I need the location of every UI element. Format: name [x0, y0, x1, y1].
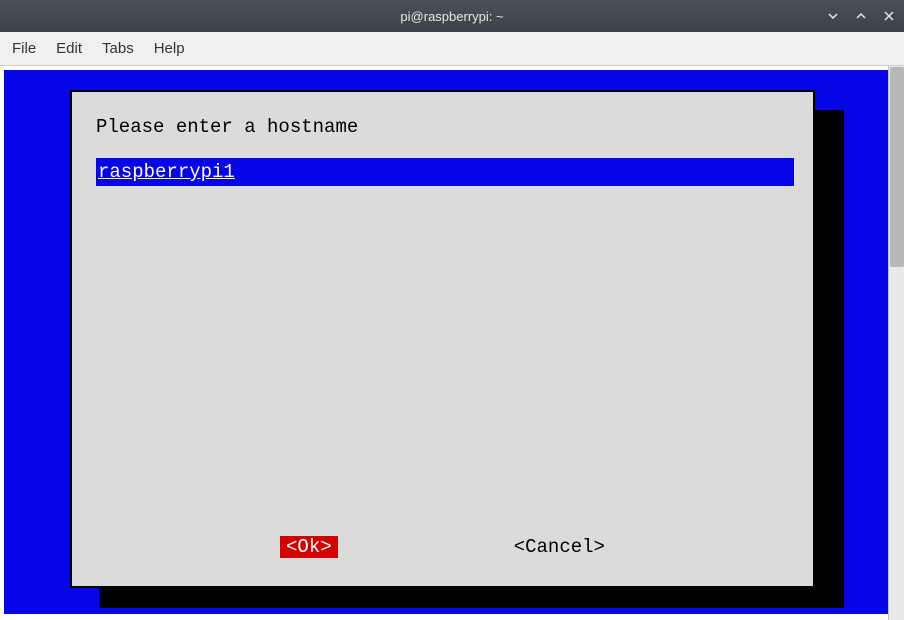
- hostname-input[interactable]: [96, 158, 794, 186]
- menu-tabs[interactable]: Tabs: [102, 40, 134, 57]
- close-icon[interactable]: [882, 9, 896, 23]
- menu-file[interactable]: File: [12, 40, 36, 57]
- terminal-area: Please enter a hostname <Ok> <Cancel>: [0, 66, 904, 620]
- dialog-prompt: Please enter a hostname: [96, 116, 358, 138]
- scrollbar-thumb[interactable]: [890, 67, 904, 267]
- titlebar: pi@raspberrypi: ~: [0, 0, 904, 32]
- dialog-buttons: <Ok> <Cancel>: [72, 536, 813, 558]
- cancel-button[interactable]: <Cancel>: [514, 536, 605, 558]
- minimize-icon[interactable]: [826, 9, 840, 23]
- window-controls: [826, 9, 896, 23]
- menubar: File Edit Tabs Help: [0, 32, 904, 66]
- ok-button[interactable]: <Ok>: [280, 536, 338, 558]
- maximize-icon[interactable]: [854, 9, 868, 23]
- menu-help[interactable]: Help: [154, 40, 185, 57]
- scrollbar[interactable]: [888, 66, 904, 620]
- window-title: pi@raspberrypi: ~: [400, 9, 503, 24]
- menu-edit[interactable]: Edit: [56, 40, 82, 57]
- hostname-dialog: Please enter a hostname <Ok> <Cancel>: [70, 90, 815, 588]
- terminal-background: Please enter a hostname <Ok> <Cancel>: [4, 70, 888, 614]
